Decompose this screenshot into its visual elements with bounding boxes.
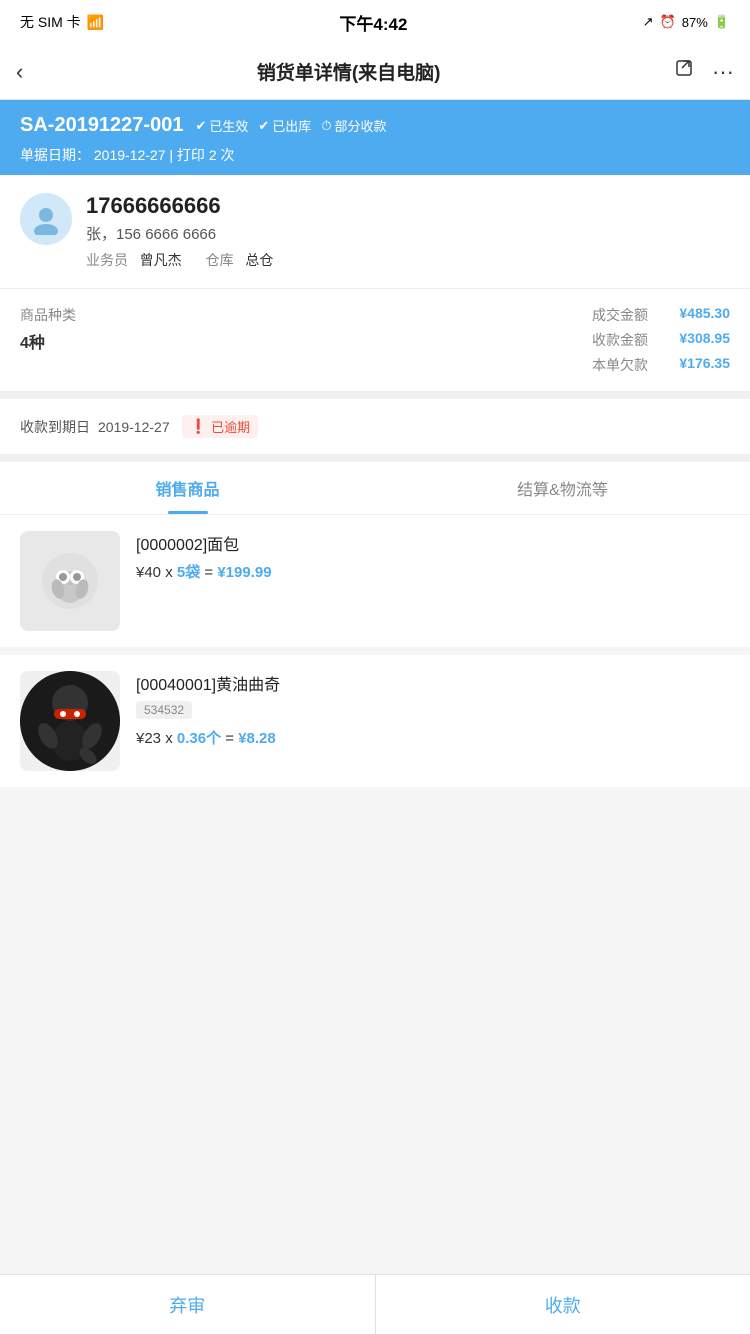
collect-payment-button[interactable]: 收款 [376,1275,750,1334]
nav-bar: ‹ 销货单详情(来自电脑) ··· [0,44,750,100]
status-bar: 无 SIM 卡 📶 下午4:42 ↗ ⏰ 87% 🔋 [0,0,750,44]
badge-partial: ⏱ 部分收款 [321,116,386,135]
battery-label: 87% [682,15,708,30]
deal-amount-row: 成交金额 ¥485.30 [592,305,730,325]
check-icon-2: ✔ [258,118,269,134]
overdue-icon: ❗ [190,418,207,435]
wifi-icon: 📶 [87,14,104,31]
customer-name: 张，156 6666 6666 [86,223,730,244]
status-time: 下午4:42 [339,10,407,35]
product-thumb-1 [20,531,120,631]
customer-section: 17666666666 张，156 6666 6666 业务员 曾凡杰 仓库 总… [0,175,750,289]
battery-icon: 🔋 [714,14,730,30]
reject-button[interactable]: 弃审 [0,1275,375,1334]
tabs: 销售商品 结算&物流等 [0,462,750,515]
status-right: ↗ ⏰ 87% 🔋 [643,14,730,30]
check-icon-1: ✔ [195,118,206,134]
summary-section: 商品种类 4种 成交金额 ¥485.30 收款金额 ¥308.95 本单欠款 ¥… [0,289,750,399]
page-title: 销货单详情(来自电脑) [257,58,441,85]
badge-shipped: ✔ 已出库 [258,116,311,135]
tab-settlement[interactable]: 结算&物流等 [375,462,750,514]
product-sku-2: 534532 [136,701,192,719]
product-item-2: [00040001]黄油曲奇 534532 ¥23 x 0.36个 = ¥8.2… [0,655,750,787]
product-name-2: [00040001]黄油曲奇 [136,671,730,695]
location-icon: ↗ [643,14,654,30]
due-date-label: 收款到期日 [20,417,90,437]
product-item-1: [0000002]面包 ¥40 x 5袋 = ¥199.99 [0,515,750,647]
header-banner: SA-20191227-001 ✔ 已生效 ✔ 已出库 ⏱ 部分收款 单据日期：… [0,100,750,175]
alarm-icon: ⏰ [660,14,676,30]
overdue-badge: ❗ 已逾期 [182,415,258,438]
status-left: 无 SIM 卡 📶 [20,12,104,32]
share-button[interactable] [674,58,696,86]
bottom-bar: 弃审 收款 [0,1274,750,1334]
due-date-value: 2019-12-27 [98,419,170,435]
back-button[interactable]: ‹ [16,59,23,85]
avatar [20,193,72,245]
product-thumb-2 [20,671,120,771]
more-button[interactable]: ··· [712,59,734,85]
product-name-1: [0000002]面包 [136,531,730,555]
customer-phone: 17666666666 [86,193,730,219]
product-list: [0000002]面包 ¥40 x 5袋 = ¥199.99 [0,515,750,875]
overdue-label: 已逾期 [211,417,250,436]
product-price-2: ¥23 x 0.36个 = ¥8.28 [136,727,730,748]
clock-icon: ⏱ [321,118,331,134]
customer-meta: 业务员 曾凡杰 仓库 总仓 [86,250,730,270]
receipt-amount-row: 收款金额 ¥308.95 [592,330,730,350]
sim-label: 无 SIM 卡 [20,12,81,32]
debt-amount-row: 本单欠款 ¥176.35 [592,355,730,375]
due-section: 收款到期日 2019-12-27 ❗ 已逾期 [0,399,750,462]
bottom-spacer [0,795,750,875]
banner-date: 单据日期： 2019-12-27 | 打印 2 次 [20,145,730,165]
product-price-1: ¥40 x 5袋 = ¥199.99 [136,561,730,582]
order-id: SA-20191227-001 [20,114,183,137]
badge-active: ✔ 已生效 [195,116,248,135]
tab-sales-products[interactable]: 销售商品 [0,462,375,514]
